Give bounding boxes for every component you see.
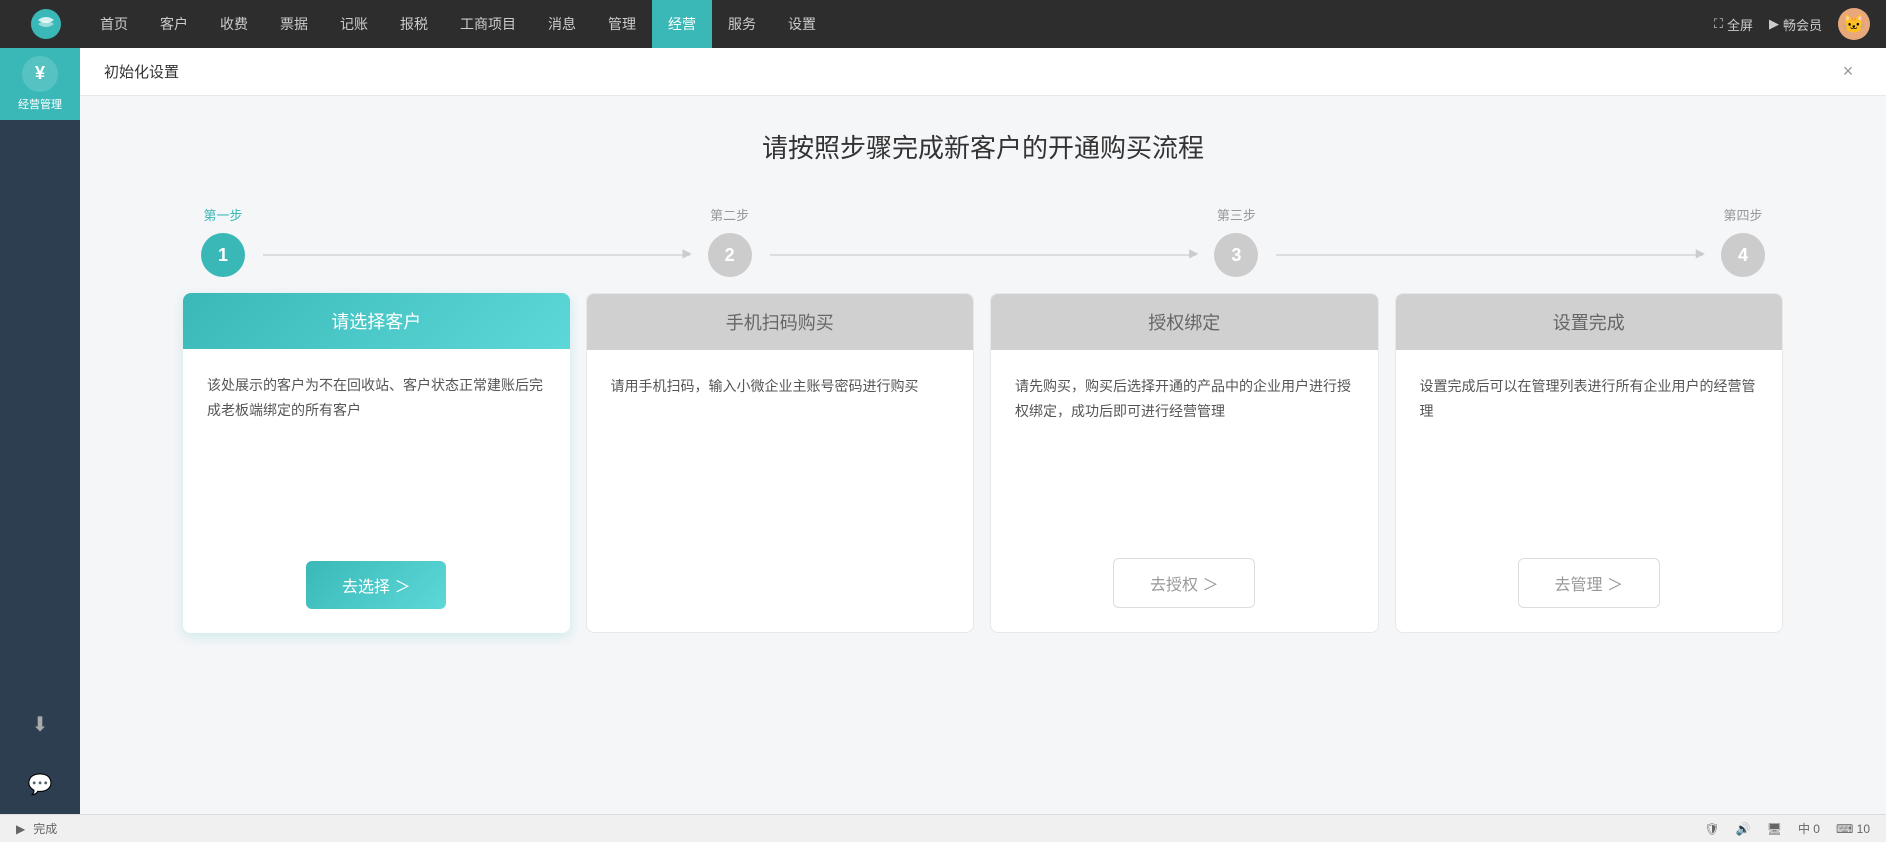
avatar[interactable]: 🐱 xyxy=(1838,8,1870,40)
connector-line-3 xyxy=(1276,254,1703,256)
statusbar: ▶ 完成 🛡 🔊 🖥 中 0 ⌨ 10 xyxy=(0,814,1886,842)
nav-service[interactable]: 服务 xyxy=(712,0,772,48)
nav-home[interactable]: 首页 xyxy=(84,0,144,48)
chat-icon: 💬 xyxy=(28,772,53,797)
step-card-1-footer: 去选择 ＞ xyxy=(183,545,570,633)
step-card-4-body: 设置完成后可以在管理列表进行所有企业用户的经营管理 xyxy=(1396,350,1783,542)
connector-3-4 xyxy=(1276,205,1703,256)
sidebar-download-button[interactable]: ⬇ xyxy=(0,694,80,754)
step-card-2-footer xyxy=(587,592,974,632)
shield-icon: 🛡 xyxy=(1705,822,1720,836)
fullscreen-label: 全屏 xyxy=(1727,15,1753,34)
play-button[interactable]: ▶ xyxy=(16,822,25,836)
step-card-2: 手机扫码购买 请用手机扫码，输入小微企业主账号密码进行购买 xyxy=(586,293,975,633)
step-2-circle: 2 xyxy=(708,233,752,277)
nav-bills[interactable]: 票据 xyxy=(264,0,324,48)
step-2-label: 第二步 xyxy=(710,205,749,225)
go-select-button[interactable]: 去选择 ＞ xyxy=(306,561,446,609)
step-indicator-2: 第二步 2 xyxy=(690,205,770,277)
cards-row: 请选择客户 该处展示的客户为不在回收站、客户状态正常建账后完成老板端绑定的所有客… xyxy=(183,293,1783,633)
steps-indicators: 第一步 1 第二步 2 第三步 xyxy=(183,205,1783,277)
nav-fees[interactable]: 收费 xyxy=(204,0,264,48)
status-label: 完成 xyxy=(33,820,57,837)
nav-messages[interactable]: 消息 xyxy=(532,0,592,48)
sidebar-item-label: 经营管理 xyxy=(18,98,62,112)
step-indicator-4: 第四步 4 xyxy=(1703,205,1783,277)
step-card-1-header: 请选择客户 xyxy=(183,293,570,349)
step-card-2-body: 请用手机扫码，输入小微企业主账号密码进行购买 xyxy=(587,350,974,592)
steps-title: 请按照步骤完成新客户的开通购买流程 xyxy=(762,128,1204,165)
nav-tax[interactable]: 报税 xyxy=(384,0,444,48)
step-indicator-3: 第三步 3 xyxy=(1196,205,1276,277)
main-content: 初始化设置 × 请按照步骤完成新客户的开通购买流程 第一步 1 第二步 xyxy=(80,48,1886,814)
nav-accounting[interactable]: 记账 xyxy=(324,0,384,48)
step-1-label: 第一步 xyxy=(203,205,242,225)
sidebar-item-operations[interactable]: ¥ 经营管理 xyxy=(0,48,80,120)
member-button[interactable]: ▶ 畅会员 xyxy=(1769,15,1822,34)
screen-icon: 🖥 xyxy=(1767,822,1782,836)
fullscreen-button[interactable]: ⛶ 全屏 xyxy=(1714,15,1753,34)
member-label: 畅会员 xyxy=(1783,15,1822,34)
close-button[interactable]: × xyxy=(1834,58,1862,86)
keyboard-status: ⌨ 10 xyxy=(1836,822,1870,836)
step-4-label: 第四步 xyxy=(1724,205,1763,225)
go-manage-button[interactable]: 去管理 ＞ xyxy=(1518,558,1660,608)
step-card-2-header: 手机扫码购买 xyxy=(587,294,974,350)
connector-1-2 xyxy=(263,205,690,256)
play-icon: ▶ xyxy=(1769,16,1779,32)
app-logo xyxy=(16,8,76,40)
step-indicator-1: 第一步 1 xyxy=(183,205,263,277)
yuan-icon: ¥ xyxy=(22,56,58,92)
step-card-1: 请选择客户 该处展示的客户为不在回收站、客户状态正常建账后完成老板端绑定的所有客… xyxy=(183,293,570,633)
topbar: 首页 客户 收费 票据 记账 报税 工商项目 消息 管理 经营 服务 设置 ⛶ … xyxy=(0,0,1886,48)
step-card-3-body: 请先购买，购买后选择开通的产品中的企业用户进行授权绑定，成功后即可进行经营管理 xyxy=(991,350,1378,542)
step-card-1-body: 该处展示的客户为不在回收站、客户状态正常建账后完成老板端绑定的所有客户 xyxy=(183,349,570,545)
download-icon: ⬇ xyxy=(32,712,49,737)
nav-customer[interactable]: 客户 xyxy=(144,0,204,48)
volume-icon: 🔊 xyxy=(1736,822,1751,836)
step-card-3: 授权绑定 请先购买，购买后选择开通的产品中的企业用户进行授权绑定，成功后即可进行… xyxy=(990,293,1379,633)
step-4-circle: 4 xyxy=(1721,233,1765,277)
nav-settings[interactable]: 设置 xyxy=(772,0,832,48)
step-card-4-footer: 去管理 ＞ xyxy=(1396,542,1783,632)
step-3-circle: 3 xyxy=(1214,233,1258,277)
connector-line-2 xyxy=(770,254,1197,256)
steps-container: 请按照步骤完成新客户的开通购买流程 第一步 1 第二步 2 xyxy=(80,96,1886,814)
step-3-label: 第三步 xyxy=(1217,205,1256,225)
fullscreen-icon: ⛶ xyxy=(1714,16,1723,32)
sidebar-chat-button[interactable]: 💬 xyxy=(0,754,80,814)
nav-business-projects[interactable]: 工商项目 xyxy=(444,0,532,48)
page-title: 初始化设置 xyxy=(104,61,179,82)
step-card-4: 设置完成 设置完成后可以在管理列表进行所有企业用户的经营管理 去管理 ＞ xyxy=(1395,293,1784,633)
statusbar-right: 🛡 🔊 🖥 中 0 ⌨ 10 xyxy=(1705,820,1870,837)
nav-management[interactable]: 管理 xyxy=(592,0,652,48)
connector-2-3 xyxy=(770,205,1197,256)
nav-operations[interactable]: 经营 xyxy=(652,0,712,48)
topbar-actions: ⛶ 全屏 ▶ 畅会员 🐱 xyxy=(1714,8,1870,40)
sidebar: ¥ 经营管理 ⬇ 💬 xyxy=(0,48,80,814)
sidebar-bottom: ⬇ 💬 xyxy=(0,694,80,814)
connector-line-1 xyxy=(263,254,690,256)
page-header: 初始化设置 × xyxy=(80,48,1886,96)
step-1-circle: 1 xyxy=(201,233,245,277)
input-method-status: 中 0 xyxy=(1798,820,1820,837)
main-layout: ¥ 经营管理 ⬇ 💬 初始化设置 × 请按照步骤完成新客户的开通购买流程 xyxy=(0,48,1886,814)
step-card-3-footer: 去授权 ＞ xyxy=(991,542,1378,632)
go-authorize-button[interactable]: 去授权 ＞ xyxy=(1113,558,1255,608)
top-navigation: 首页 客户 收费 票据 记账 报税 工商项目 消息 管理 经营 服务 设置 xyxy=(84,0,1714,48)
step-card-3-header: 授权绑定 xyxy=(991,294,1378,350)
step-card-4-header: 设置完成 xyxy=(1396,294,1783,350)
